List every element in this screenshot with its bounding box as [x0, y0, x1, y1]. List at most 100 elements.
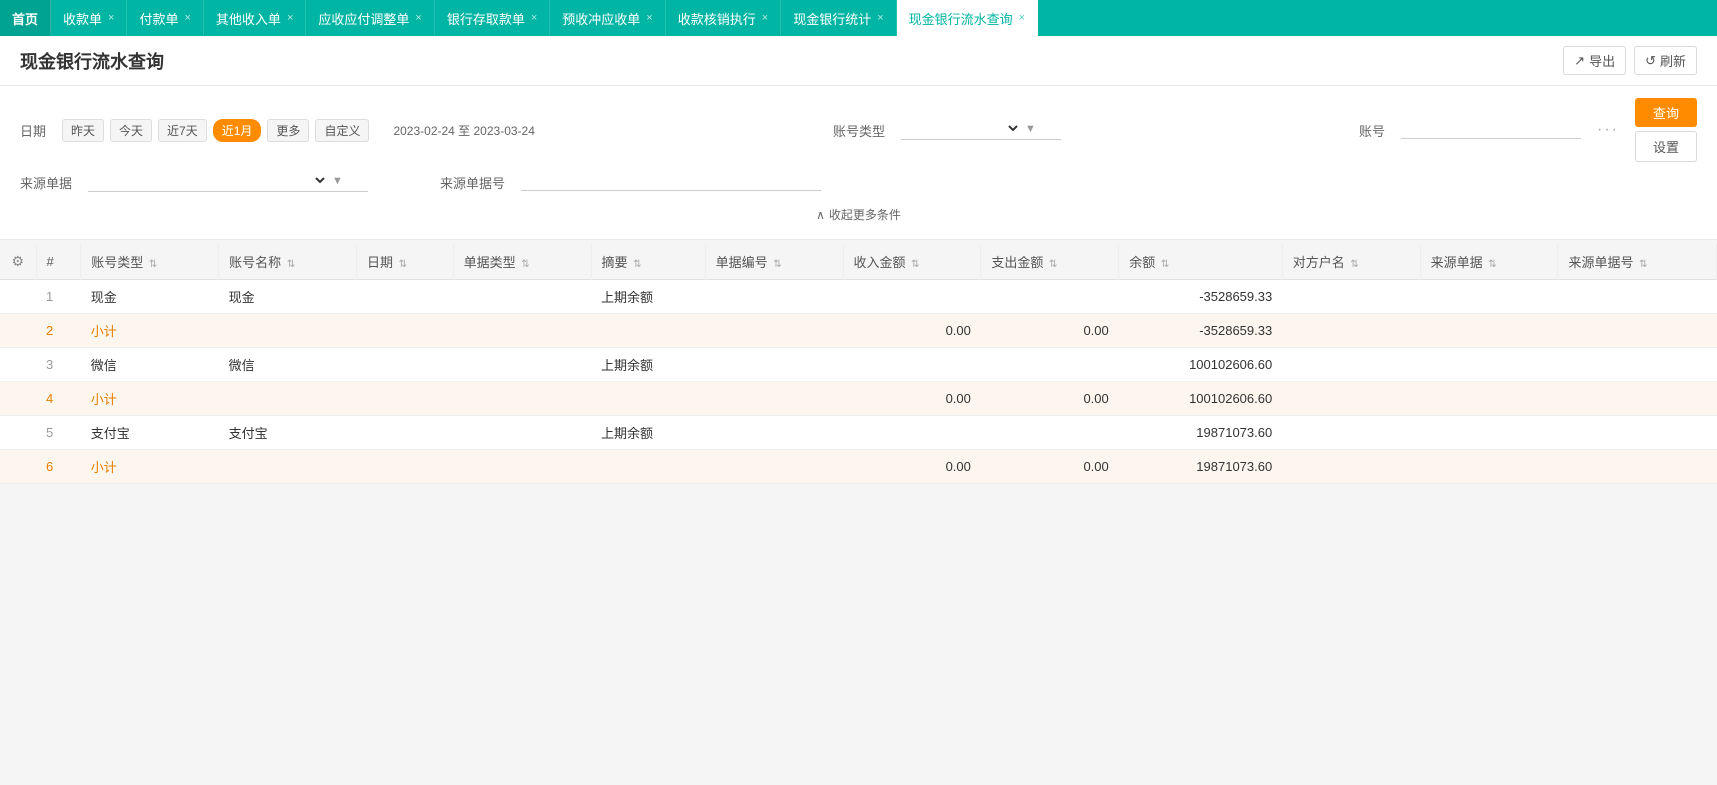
row-source-doc-no — [1558, 314, 1717, 348]
date-btn-custom[interactable]: 自定义 — [315, 119, 369, 142]
row-account-name — [219, 450, 357, 484]
nav-label-prepay-offset: 预收冲应收单 — [562, 9, 640, 28]
source-doc-select[interactable] — [88, 172, 328, 189]
account-type-select-wrap: ▼ — [901, 120, 1061, 140]
nav-label-cash-stat: 现金银行统计 — [793, 9, 871, 28]
query-button[interactable]: 查询 — [1635, 98, 1697, 127]
account-type-select[interactable] — [901, 120, 1021, 137]
col-doc-no[interactable]: 单据编号 ⇅ — [705, 244, 843, 280]
nav-item-home[interactable]: 首页 — [0, 0, 51, 36]
row-settings — [0, 280, 36, 314]
nav-item-cash-stat[interactable]: 现金银行统计 × — [781, 0, 896, 36]
col-source-doc-no[interactable]: 来源单据号 ⇅ — [1558, 244, 1717, 280]
row-doc-no — [705, 416, 843, 450]
row-balance: 19871073.60 — [1119, 450, 1282, 484]
row-account-type: 小计 — [81, 450, 219, 484]
source-doc-select-wrap: ▼ — [88, 172, 368, 192]
nav-item-bank-deposit[interactable]: 银行存取款单 × — [435, 0, 550, 36]
table-body: 1 现金 现金 上期余额 -3528659.33 2 小计 0.00 0.00 … — [0, 280, 1717, 484]
col-account-name[interactable]: 账号名称 ⇅ — [219, 244, 357, 280]
col-counterpart[interactable]: 对方户名 ⇅ — [1282, 244, 1420, 280]
close-icon[interactable]: × — [762, 12, 768, 24]
table-container: ⚙ # 账号类型 ⇅ 账号名称 ⇅ 日期 ⇅ 单据类型 ⇅ 摘要 ⇅ 单据编号 … — [0, 244, 1717, 484]
close-icon[interactable]: × — [531, 12, 537, 24]
date-btn-yesterday[interactable]: 昨天 — [62, 119, 104, 142]
sort-icon: ⇅ — [1161, 259, 1169, 270]
close-icon[interactable]: × — [646, 12, 652, 24]
row-date — [356, 314, 453, 348]
close-icon[interactable]: × — [287, 12, 293, 24]
row-settings — [0, 416, 36, 450]
col-doc-type[interactable]: 单据类型 ⇅ — [453, 244, 591, 280]
row-summary — [591, 450, 705, 484]
table-row: 1 现金 现金 上期余额 -3528659.33 — [0, 280, 1717, 314]
col-account-type[interactable]: 账号类型 ⇅ — [81, 244, 219, 280]
row-expense: 0.00 — [981, 382, 1119, 416]
account-type-label: 账号类型 — [833, 121, 885, 140]
nav-label-receipt-verify: 收款核销执行 — [678, 9, 756, 28]
sort-icon: ⇅ — [1350, 259, 1358, 270]
row-income: 0.00 — [843, 314, 981, 348]
date-btn-today[interactable]: 今天 — [110, 119, 152, 142]
row-num: 1 — [36, 280, 81, 314]
row-counterpart — [1282, 450, 1420, 484]
row-num: 4 — [36, 382, 81, 416]
date-btn-7days[interactable]: 近7天 — [158, 119, 207, 142]
row-num: 3 — [36, 348, 81, 382]
col-income[interactable]: 收入金额 ⇅ — [843, 244, 981, 280]
close-icon[interactable]: × — [1019, 12, 1025, 24]
close-icon[interactable]: × — [108, 12, 114, 24]
close-icon[interactable]: × — [184, 12, 190, 24]
col-expense[interactable]: 支出金额 ⇅ — [981, 244, 1119, 280]
row-summary — [591, 314, 705, 348]
row-counterpart — [1282, 382, 1420, 416]
refresh-label: 刷新 — [1660, 51, 1686, 70]
col-date[interactable]: 日期 ⇅ — [356, 244, 453, 280]
row-counterpart — [1282, 416, 1420, 450]
source-doc-num-input[interactable] — [521, 173, 821, 188]
date-btn-more[interactable]: 更多 — [267, 119, 309, 142]
nav-item-ar-ap-adjust[interactable]: 应收应付调整单 × — [306, 0, 434, 36]
row-balance: -3528659.33 — [1119, 314, 1282, 348]
row-doc-no — [705, 280, 843, 314]
row-settings — [0, 450, 36, 484]
row-expense — [981, 416, 1119, 450]
collapse-up-icon: ∧ — [816, 208, 825, 222]
col-summary[interactable]: 摘要 ⇅ — [591, 244, 705, 280]
nav-item-other-income[interactable]: 其他收入单 × — [204, 0, 306, 36]
nav-item-cash-flow[interactable]: 现金银行流水查询 × — [897, 0, 1038, 36]
settings-button[interactable]: 设置 — [1635, 131, 1697, 162]
col-source-doc[interactable]: 来源单据 ⇅ — [1420, 244, 1558, 280]
row-account-type: 微信 — [81, 348, 219, 382]
row-doc-type — [453, 450, 591, 484]
row-date — [356, 450, 453, 484]
row-num: 2 — [36, 314, 81, 348]
row-balance: 100102606.60 — [1119, 348, 1282, 382]
row-doc-type — [453, 314, 591, 348]
data-table: ⚙ # 账号类型 ⇅ 账号名称 ⇅ 日期 ⇅ 单据类型 ⇅ 摘要 ⇅ 单据编号 … — [0, 244, 1717, 484]
page-header: 现金银行流水查询 ↗ 导出 ↺ 刷新 — [0, 36, 1717, 86]
row-balance: -3528659.33 — [1119, 280, 1282, 314]
col-balance[interactable]: 余额 ⇅ — [1119, 244, 1282, 280]
close-icon[interactable]: × — [415, 12, 421, 24]
date-btn-1month[interactable]: 近1月 — [213, 119, 262, 142]
nav-item-receipt-verify[interactable]: 收款核销执行 × — [666, 0, 781, 36]
nav-item-payments[interactable]: 付款单 × — [127, 0, 203, 36]
row-doc-type — [453, 416, 591, 450]
close-icon[interactable]: × — [877, 12, 883, 24]
row-counterpart — [1282, 314, 1420, 348]
more-dots-icon[interactable]: ··· — [1597, 121, 1619, 139]
nav-item-prepay-offset[interactable]: 预收冲应收单 × — [550, 0, 665, 36]
export-button[interactable]: ↗ 导出 — [1563, 46, 1626, 75]
nav-label-cash-flow: 现金银行流水查询 — [909, 9, 1013, 28]
refresh-button[interactable]: ↺ 刷新 — [1634, 46, 1697, 75]
nav-item-receipts[interactable]: 收款单 × — [51, 0, 127, 36]
row-date — [356, 382, 453, 416]
row-balance: 100102606.60 — [1119, 382, 1282, 416]
table-row: 6 小计 0.00 0.00 19871073.60 — [0, 450, 1717, 484]
nav-label-home: 首页 — [12, 9, 38, 28]
row-source-doc-no — [1558, 416, 1717, 450]
collapse-bar[interactable]: ∧ 收起更多条件 — [20, 202, 1697, 227]
gear-icon[interactable]: ⚙ — [11, 253, 24, 269]
account-input[interactable] — [1401, 121, 1581, 136]
